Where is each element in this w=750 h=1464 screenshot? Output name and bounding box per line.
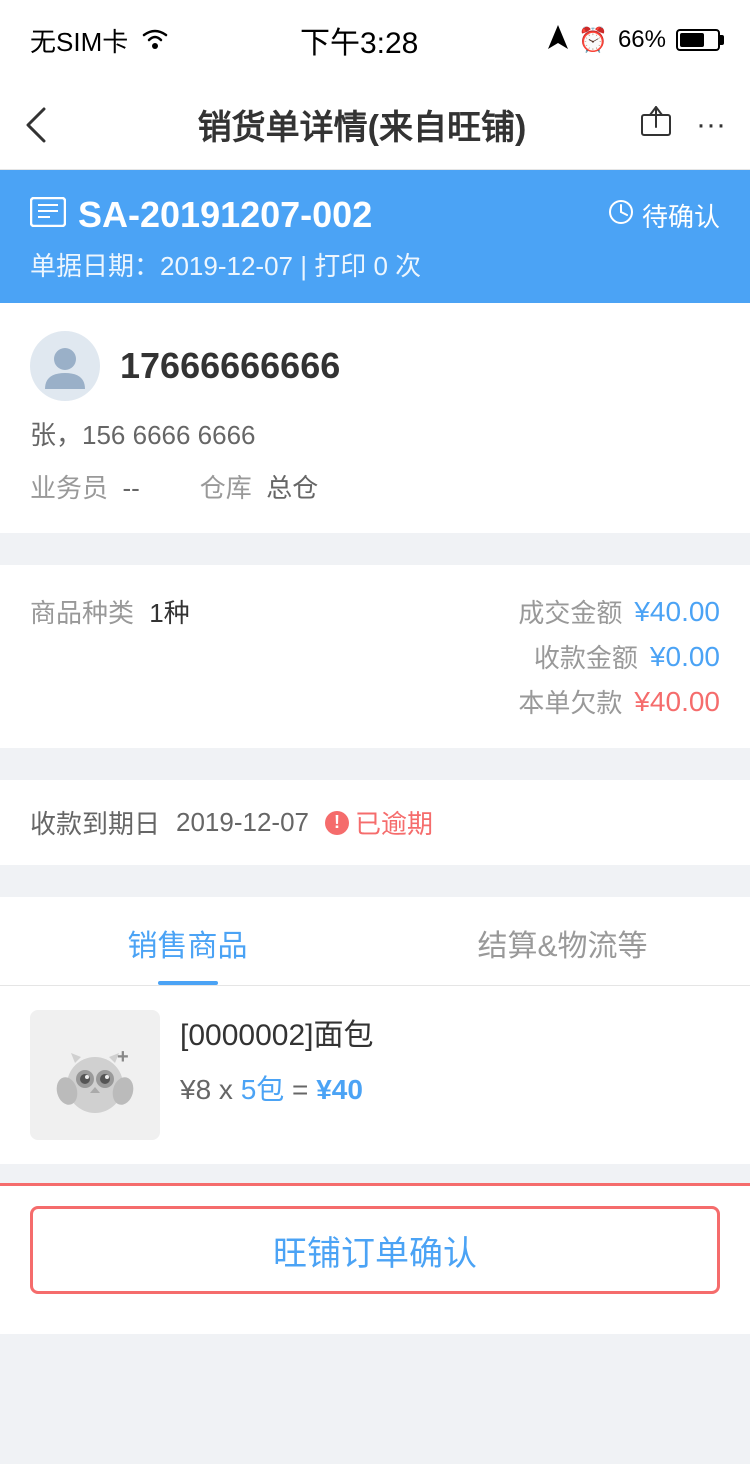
tab-settlement[interactable]: 结算&物流等 <box>375 897 750 985</box>
customer-phone: 17666666666 <box>120 345 340 387</box>
share-button[interactable] <box>640 105 672 145</box>
deal-amount-value: ¥40.00 <box>634 596 720 628</box>
customer-info: 张，156 6666 6666 <box>30 415 720 452</box>
order-id-row: SA-20191207-002 <box>30 194 372 236</box>
nav-bar: 销货单详情(来自旺铺) ··· <box>0 80 750 170</box>
tab-products[interactable]: 销售商品 <box>0 897 375 985</box>
product-name: [0000002]面包 <box>180 1010 720 1054</box>
owed-amount-value: ¥40.00 <box>634 686 720 718</box>
bottom-bar: 旺铺订单确认 <box>0 1183 750 1334</box>
confirm-order-button[interactable]: 旺铺订单确认 <box>30 1206 720 1294</box>
alarm-icon: ⏰ <box>578 26 608 55</box>
sales-info: 业务员 -- <box>30 468 140 505</box>
location-icon <box>548 25 568 56</box>
clock-icon <box>608 199 634 232</box>
order-status: 待确认 <box>608 197 720 234</box>
overdue-text: 已逾期 <box>355 804 433 841</box>
avatar <box>30 331 100 401</box>
divider-2 <box>0 764 750 780</box>
product-price-formula: ¥8 x 5包 = ¥40 <box>180 1068 720 1108</box>
customer-meta: 业务员 -- 仓库 总仓 <box>30 468 720 505</box>
customer-card: 17666666666 张，156 6666 6666 业务员 -- 仓库 总仓 <box>0 303 750 533</box>
order-id-text: SA-20191207-002 <box>78 194 372 236</box>
wifi-icon <box>140 25 170 56</box>
summary-card: 商品种类 1种 成交金额 ¥40.00 收款金额 ¥0.00 本单欠款 ¥40.… <box>0 565 750 748</box>
tabs: 销售商品 结算&物流等 <box>0 897 750 986</box>
battery-icon <box>676 29 720 51</box>
product-details: [0000002]面包 ¥8 x 5包 = ¥40 <box>180 1010 720 1108</box>
product-item: + [0000002]面包 ¥8 x 5包 = ¥40 <box>0 986 750 1164</box>
order-date: 单据日期：2019-12-07 | 打印 0 次 <box>30 246 720 283</box>
status-right: ⏰ 66% <box>548 25 720 56</box>
svg-text:+: + <box>117 1046 129 1068</box>
received-amount-row: 收款金额 ¥0.00 <box>534 638 720 675</box>
product-type-info: 商品种类 1种 <box>30 593 190 630</box>
due-date-value: 2019-12-07 <box>176 807 309 838</box>
order-header: SA-20191207-002 待确认 单据日期：2019-12-07 | 打印… <box>0 170 750 303</box>
status-bar: 无SIM卡 下午3:28 ⏰ 66% <box>0 0 750 80</box>
received-amount-value: ¥0.00 <box>650 641 720 673</box>
divider-3 <box>0 865 750 881</box>
status-time: 下午3:28 <box>300 18 418 62</box>
page-title: 销货单详情(来自旺铺) <box>84 100 640 149</box>
divider-1 <box>0 549 750 565</box>
owed-amount-row: 本单欠款 ¥40.00 <box>518 683 720 720</box>
overdue-badge: ! 已逾期 <box>325 804 433 841</box>
status-left: 无SIM卡 <box>30 22 170 59</box>
more-button[interactable]: ··· <box>696 108 726 142</box>
overdue-icon: ! <box>325 811 349 835</box>
warehouse-info: 仓库 总仓 <box>200 468 318 505</box>
amount-summary: 成交金额 ¥40.00 收款金额 ¥0.00 本单欠款 ¥40.00 <box>518 593 720 720</box>
signal-text: 无SIM卡 <box>30 22 128 59</box>
order-id-icon <box>30 194 66 236</box>
nav-actions: ··· <box>640 105 726 145</box>
battery-text: 66% <box>618 26 666 54</box>
order-status-text: 待确认 <box>642 197 720 234</box>
product-image: + <box>30 1010 160 1140</box>
due-card: 收款到期日 2019-12-07 ! 已逾期 <box>0 780 750 865</box>
deal-amount-row: 成交金额 ¥40.00 <box>518 593 720 630</box>
due-date-label: 收款到期日 <box>30 804 160 841</box>
back-button[interactable] <box>24 105 84 145</box>
